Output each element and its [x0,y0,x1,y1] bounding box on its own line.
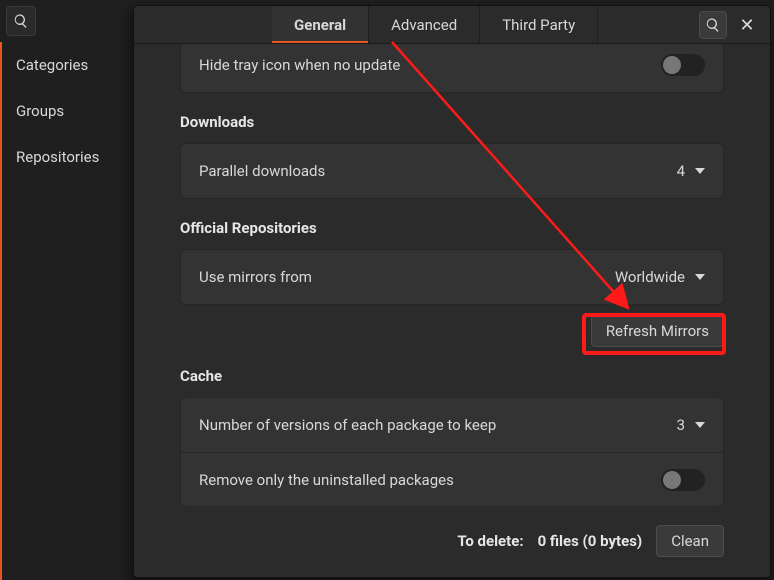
sidebar-item-repositories[interactable]: Repositories [2,134,133,180]
dialog-body: Hide tray icon when no update Downloads … [134,44,770,577]
tab-label: Third Party [502,16,575,34]
chevron-down-icon [695,168,705,174]
dropdown-value: 4 [677,162,685,180]
row-versions-keep[interactable]: Number of versions of each package to ke… [181,398,723,452]
versions-dropdown[interactable]: 3 [677,416,705,434]
tab-label: General [294,16,346,34]
mirrors-dropdown[interactable]: Worldwide [615,268,705,286]
row-label: Use mirrors from [199,268,312,286]
row-parallel-downloads[interactable]: Parallel downloads 4 [181,144,723,198]
tab-general[interactable]: General [272,6,369,43]
row-remove-uninstalled: Remove only the uninstalled packages [181,452,723,506]
tab-third-party[interactable]: Third Party [480,6,598,43]
chevron-down-icon [695,422,705,428]
sidebar-item-label: Repositories [16,148,99,166]
downloads-card: Parallel downloads 4 [180,143,724,199]
dropdown-value: Worldwide [615,268,685,286]
row-mirrors-from[interactable]: Use mirrors from Worldwide [181,250,723,304]
sidebar-item-groups[interactable]: Groups [2,88,133,134]
dialog-header: General Advanced Third Party ✕ [134,6,770,44]
footer-label: To delete: [457,532,523,550]
refresh-mirrors-button[interactable]: Refresh Mirrors [591,315,724,347]
dialog-search-button[interactable] [699,11,727,39]
clean-button[interactable]: Clean [656,525,724,557]
sidebar-item-categories[interactable]: Categories [2,42,133,88]
section-title-downloads: Downloads [180,113,724,131]
section-title-repos: Official Repositories [180,219,724,237]
row-label: Hide tray icon when no update [199,56,400,74]
sidebar-item-label: Categories [16,56,88,74]
row-hide-tray: Hide tray icon when no update [181,44,723,92]
search-icon [705,17,721,33]
row-label: Number of versions of each package to ke… [199,416,496,434]
tab-advanced[interactable]: Advanced [369,6,480,43]
app-sidebar: Categories Groups Repositories [0,42,133,580]
general-card-partial: Hide tray icon when no update [180,44,724,93]
row-label: Remove only the uninstalled packages [199,471,454,489]
dropdown-value: 3 [677,416,685,434]
parallel-downloads-dropdown[interactable]: 4 [677,162,705,180]
row-label: Parallel downloads [199,162,325,180]
cache-card: Number of versions of each package to ke… [180,397,724,507]
cache-footer: To delete: 0 files (0 bytes) Clean [180,525,724,557]
preferences-dialog: General Advanced Third Party ✕ Hide tray… [133,5,771,578]
toggle-hide-tray[interactable] [661,54,705,76]
tab-label: Advanced [391,16,457,34]
close-icon: ✕ [739,15,754,36]
section-title-cache: Cache [180,367,724,385]
repos-card: Use mirrors from Worldwide [180,249,724,305]
toggle-remove-uninstalled[interactable] [661,469,705,491]
sidebar-item-label: Groups [16,102,64,120]
search-icon [13,13,29,29]
app-search-button[interactable] [6,6,36,36]
footer-value: 0 files (0 bytes) [538,532,643,550]
chevron-down-icon [695,274,705,280]
dialog-close-button[interactable]: ✕ [733,11,761,39]
